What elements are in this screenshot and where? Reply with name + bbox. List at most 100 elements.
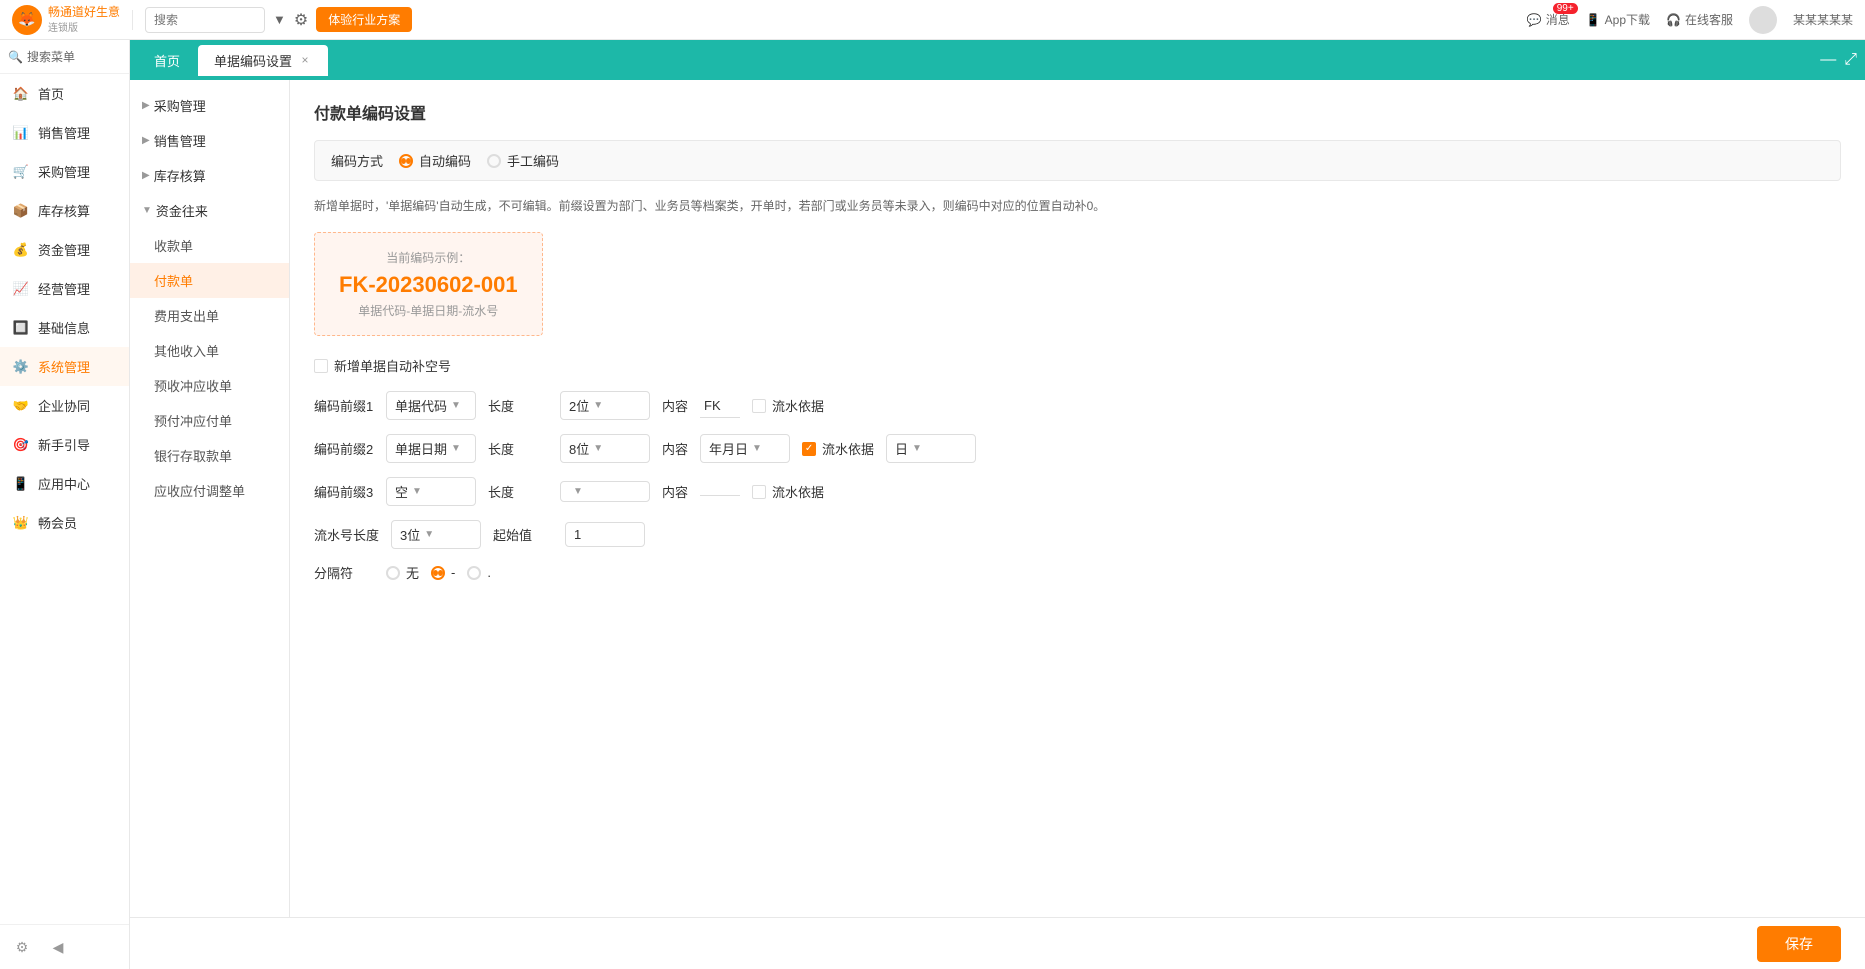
purchase-icon: 🛒 bbox=[12, 163, 30, 181]
trial-button[interactable]: 体验行业方案 bbox=[316, 7, 412, 32]
serial-length-select[interactable]: 3位 ▼ bbox=[391, 520, 481, 549]
auto-fill-label: 新增单据自动补空号 bbox=[334, 356, 451, 375]
sub-menu-group-purchase: ▶ 采购管理 bbox=[130, 88, 289, 123]
sub-menu-item-ap-adj[interactable]: 应收应付调整单 bbox=[130, 473, 289, 508]
length3-select[interactable]: ▼ bbox=[560, 481, 650, 502]
sidebar-item-inventory[interactable]: 📦 库存核算 bbox=[0, 191, 129, 230]
manual-radio-label: 手工编码 bbox=[507, 151, 559, 170]
length1-select[interactable]: 2位 ▼ bbox=[560, 391, 650, 420]
sidebar: 🔍 搜索菜单 🏠 首页 📊 销售管理 🛒 采购管理 📦 库存核算 💰 bbox=[0, 40, 130, 969]
serial2-checkbox[interactable]: ✓ 流水依据 bbox=[802, 439, 874, 458]
topbar-divider bbox=[132, 10, 133, 30]
sub-menu-group-inventory: ▶ 库存核算 bbox=[130, 158, 289, 193]
serial-row: 流水号长度 3位 ▼ 起始值 bbox=[314, 520, 1841, 549]
minimize-icon[interactable]: — bbox=[1820, 51, 1836, 69]
sidebar-item-guide[interactable]: 🎯 新手引导 bbox=[0, 425, 129, 464]
sidebar-item-label: 库存核算 bbox=[38, 201, 90, 220]
logo-text-block: 畅通道好生意 连锁版 bbox=[48, 5, 120, 34]
serial2-period-select[interactable]: 日 ▼ bbox=[886, 434, 976, 463]
sub-menu-inventory-title[interactable]: ▶ 库存核算 bbox=[130, 158, 289, 193]
sep-none-label: 无 bbox=[406, 563, 419, 582]
sidebar-settings-button[interactable]: ⚙ bbox=[8, 933, 36, 961]
sub-menu-sales-title[interactable]: ▶ 销售管理 bbox=[130, 123, 289, 158]
serial1-checkbox[interactable]: 流水依据 bbox=[752, 396, 824, 415]
prefix2-select[interactable]: 单据日期 ▼ bbox=[386, 434, 476, 463]
preview-box: 当前编码示例： FK-20230602-001 单据代码-单据日期-流水号 bbox=[314, 232, 543, 336]
separator-dot2-radio[interactable]: . bbox=[467, 565, 491, 580]
content2-label: 内容 bbox=[662, 439, 688, 458]
separator-dot1-radio[interactable]: - bbox=[431, 565, 455, 580]
sidebar-item-member[interactable]: 👑 畅会员 bbox=[0, 503, 129, 542]
settings-icon[interactable]: ⚙ bbox=[294, 10, 308, 30]
sidebar-item-sales[interactable]: 📊 销售管理 bbox=[0, 113, 129, 152]
sub-menu-group-sales: ▶ 销售管理 bbox=[130, 123, 289, 158]
sidebar-search-button[interactable]: 🔍 搜索菜单 bbox=[0, 40, 129, 74]
sub-menu-item-prepay-rcv[interactable]: 预收冲应收单 bbox=[130, 368, 289, 403]
auto-radio[interactable]: 自动编码 bbox=[399, 151, 471, 170]
apps-icon: 📱 bbox=[12, 475, 30, 493]
sub-menu-item-expense[interactable]: 费用支出单 bbox=[130, 298, 289, 333]
form-row-1: 编码前缀1 单据代码 ▼ 长度 2位 ▼ 内容 FK bbox=[314, 391, 1841, 420]
content1-label: 内容 bbox=[662, 396, 688, 415]
separator-none-radio[interactable]: 无 bbox=[386, 563, 419, 582]
service-button[interactable]: 🎧 在线客服 bbox=[1666, 11, 1733, 28]
sub-menu-item-receipt[interactable]: 收款单 bbox=[130, 228, 289, 263]
serial3-checkbox[interactable]: 流水依据 bbox=[752, 482, 824, 501]
tab-home[interactable]: 首页 bbox=[138, 45, 196, 76]
serial3-label: 流水依据 bbox=[772, 482, 824, 501]
start-value-input[interactable] bbox=[565, 522, 645, 547]
topbar-dropdown[interactable]: ▼ bbox=[273, 12, 286, 27]
maximize-icon[interactable]: ⤢ bbox=[1844, 51, 1857, 69]
save-button[interactable]: 保存 bbox=[1757, 926, 1841, 962]
sub-menu-item-bank[interactable]: 银行存取款单 bbox=[130, 438, 289, 473]
avatar[interactable] bbox=[1749, 6, 1777, 34]
sidebar-item-purchase[interactable]: 🛒 采购管理 bbox=[0, 152, 129, 191]
sidebar-item-cooperation[interactable]: 🤝 企业协同 bbox=[0, 386, 129, 425]
sub-menu-item-payment[interactable]: 付款单 bbox=[130, 263, 289, 298]
auto-fill-cb-box bbox=[314, 359, 328, 373]
manual-radio[interactable]: 手工编码 bbox=[487, 151, 559, 170]
sidebar-item-apps[interactable]: 📱 应用中心 bbox=[0, 464, 129, 503]
form-row-2: 编码前缀2 单据日期 ▼ 长度 8位 ▼ 内容 年月日 bbox=[314, 434, 1841, 463]
sidebar-item-operations[interactable]: 📈 经营管理 bbox=[0, 269, 129, 308]
serial1-label: 流水依据 bbox=[772, 396, 824, 415]
serial2-cb-box: ✓ bbox=[802, 442, 816, 456]
sidebar-item-finance[interactable]: 💰 资金管理 bbox=[0, 230, 129, 269]
basic-icon: 🔲 bbox=[12, 319, 30, 337]
preview-label: 当前编码示例： bbox=[339, 249, 518, 266]
sidebar-item-home[interactable]: 🏠 首页 bbox=[0, 74, 129, 113]
sub-menu-capital-title[interactable]: ▼ 资金往来 bbox=[130, 193, 289, 228]
search-icon: 🔍 bbox=[8, 50, 23, 64]
sidebar-item-system[interactable]: ⚙️ 系统管理 bbox=[0, 347, 129, 386]
prefix1-select[interactable]: 单据代码 ▼ bbox=[386, 391, 476, 420]
topbar-search-input[interactable] bbox=[145, 7, 265, 33]
sidebar-item-basic[interactable]: 🔲 基础信息 bbox=[0, 308, 129, 347]
tab-active[interactable]: 单据编码设置 × bbox=[198, 45, 328, 76]
message-button[interactable]: 💬 消息 99+ bbox=[1527, 11, 1570, 28]
sub-menu-purchase-title[interactable]: ▶ 采购管理 bbox=[130, 88, 289, 123]
main-layout: 🔍 搜索菜单 🏠 首页 📊 销售管理 🛒 采购管理 📦 库存核算 💰 bbox=[0, 40, 1865, 969]
auto-radio-label: 自动编码 bbox=[419, 151, 471, 170]
sub-menu-item-prepay-pay[interactable]: 预付冲应付单 bbox=[130, 403, 289, 438]
serial2-label: 流水依据 bbox=[822, 439, 874, 458]
auto-fill-checkbox[interactable]: 新增单据自动补空号 bbox=[314, 356, 1841, 375]
sub-menu-item-other-income[interactable]: 其他收入单 bbox=[130, 333, 289, 368]
sidebar-item-label: 采购管理 bbox=[38, 162, 90, 181]
sub-menu-purchase-label: 采购管理 bbox=[154, 96, 206, 115]
sep-none-radio-dot bbox=[386, 566, 400, 580]
service-icon: 🎧 bbox=[1666, 13, 1681, 27]
sub-menu-group-capital: ▼ 资金往来 收款单 付款单 费用支出单 其他收入单 预收冲应收单 预付冲应付单… bbox=[130, 193, 289, 508]
length1-select-value: 2位 bbox=[569, 396, 589, 415]
member-icon: 👑 bbox=[12, 514, 30, 532]
prefix3-select[interactable]: 空 ▼ bbox=[386, 477, 476, 506]
sidebar-item-label: 畅会员 bbox=[38, 513, 77, 532]
content2-select[interactable]: 年月日 ▼ bbox=[700, 434, 790, 463]
sub-menu-capital-label: 资金往来 bbox=[156, 201, 208, 220]
sidebar-item-label: 首页 bbox=[38, 84, 64, 103]
sidebar-search-label: 搜索菜单 bbox=[27, 48, 75, 65]
length2-select[interactable]: 8位 ▼ bbox=[560, 434, 650, 463]
sidebar-collapse-button[interactable]: ◀ bbox=[44, 933, 72, 961]
app-download-button[interactable]: 📱 App下载 bbox=[1586, 11, 1650, 28]
tab-close-icon[interactable]: × bbox=[298, 53, 312, 67]
home-icon: 🏠 bbox=[12, 85, 30, 103]
